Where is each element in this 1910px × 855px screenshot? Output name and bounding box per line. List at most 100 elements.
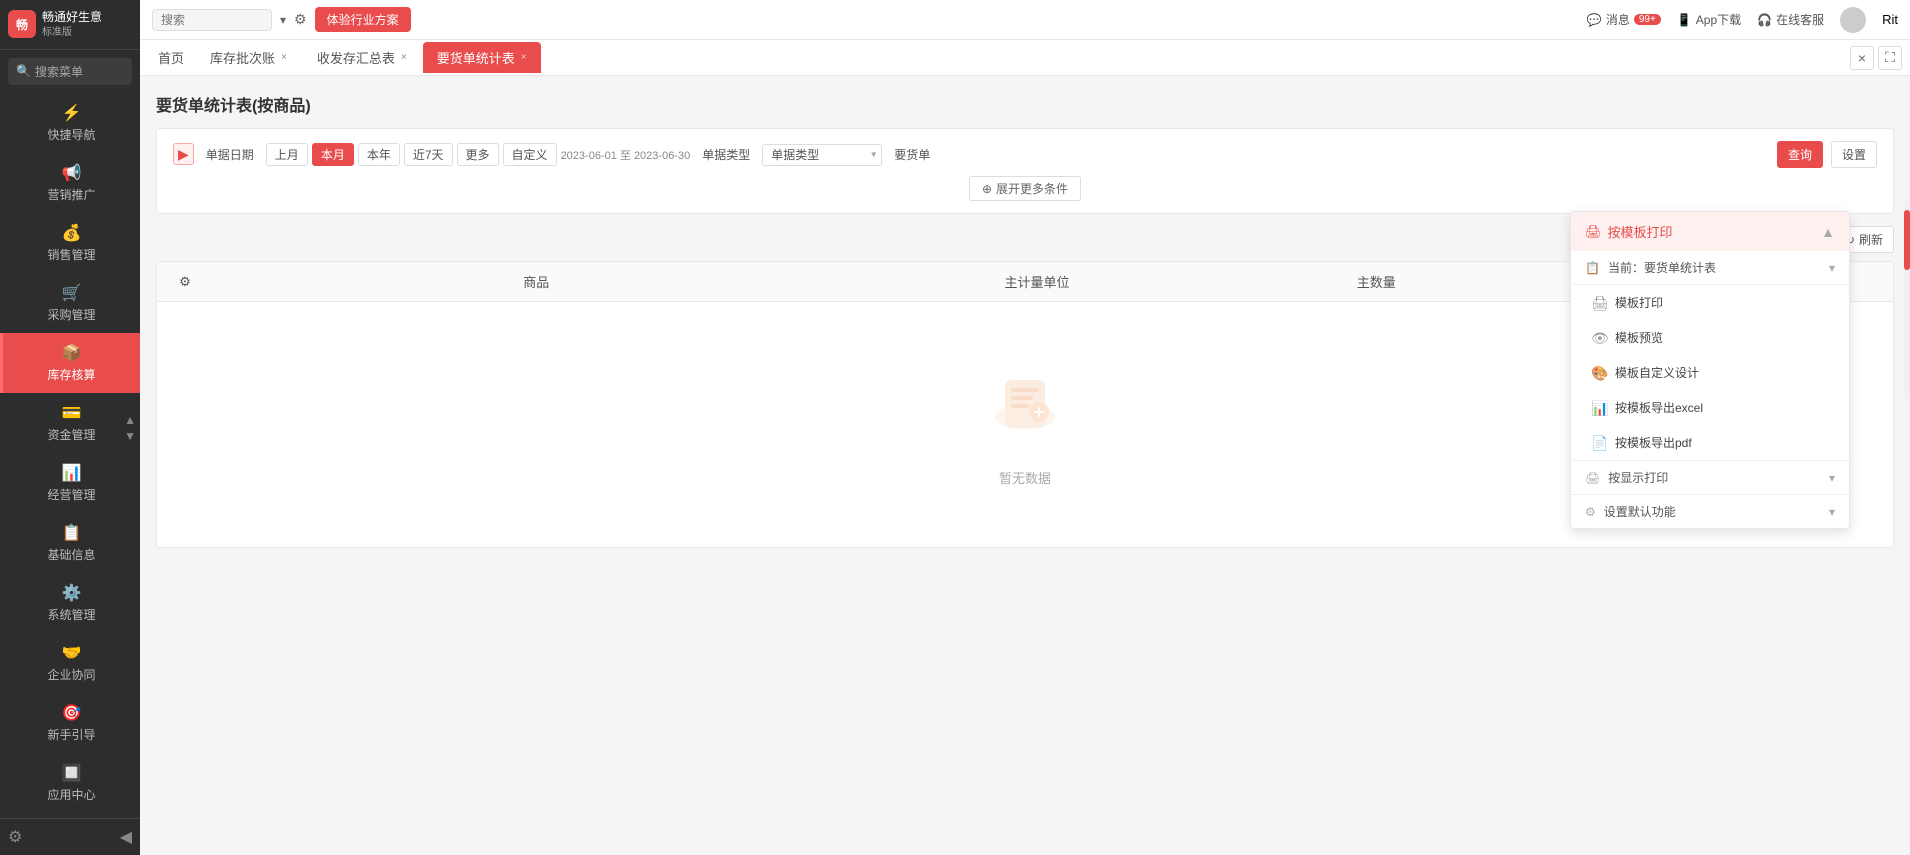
sidebar-item-sales[interactable]: 💰 销售管理 (0, 213, 140, 273)
operation-icon: 📊 (62, 463, 82, 483)
tab-close-icon[interactable]: × (521, 52, 527, 63)
sidebar-item-marketing[interactable]: 📢 营销推广 (0, 153, 140, 213)
print-current-item[interactable]: 📋 当前：要货单统计表 ▾ (1571, 251, 1849, 284)
message-btn[interactable]: 💬 消息 99+ (1587, 11, 1661, 28)
sidebar-item-guide[interactable]: 🎯 新手引导 (0, 693, 140, 753)
display-print-chevron: ▾ (1829, 471, 1835, 485)
tabs-actions: × ⛶ (1850, 46, 1902, 70)
sidebar-item-label: 企业协同 (47, 666, 95, 683)
sidebar-header: 畅 畅通好生意 标准版 (0, 0, 140, 50)
excel-item-icon: 📊 (1591, 400, 1607, 416)
sidebar-item-label: 系统管理 (47, 606, 95, 623)
sidebar-item-label: 新手引导 (47, 726, 95, 743)
settings-btn[interactable]: 设置 (1831, 141, 1877, 168)
col-gear: ⚙ (165, 264, 205, 300)
print-dropdown-close-btn[interactable]: ▲ (1821, 224, 1835, 240)
date-btn-this-year[interactable]: 本年 (358, 143, 400, 166)
tab-inout-summary[interactable]: 收发存汇总表 × (303, 42, 421, 73)
tab-order-stats[interactable]: 要货单统计表 × (423, 42, 541, 73)
sales-icon: 💰 (62, 223, 82, 243)
print-title-icon: 🖨 (1585, 224, 1602, 240)
industry-btn[interactable]: 体验行业方案 (315, 7, 411, 32)
sidebar-item-finance[interactable]: 💳 资金管理 (0, 393, 140, 453)
export-pdf-item[interactable]: 📄 按模板导出pdf (1571, 425, 1849, 460)
sidebar-item-label: 基础信息 (47, 546, 95, 563)
expand-icon: ⊕ (982, 182, 992, 196)
topbar-right: 💬 消息 99+ 📱 App下载 🎧 在线客服 Rit (1587, 7, 1898, 33)
sidebar-footer: ⚙ ◀ (0, 818, 140, 855)
empty-illustration (985, 362, 1065, 458)
online-service-btn[interactable]: 🎧 在线客服 (1757, 11, 1824, 28)
tab-home[interactable]: 首页 (148, 42, 194, 73)
chevron-right-icon: ▶ (173, 143, 194, 165)
print-dropdown-title: 🖨 按模板打印 (1585, 222, 1673, 241)
search-menu-button[interactable]: 🔍 搜索菜单 (8, 58, 132, 85)
message-badge: 99+ (1634, 14, 1661, 25)
marketing-icon: 📢 (62, 163, 82, 183)
collapse-icon[interactable]: ◀ (120, 827, 132, 847)
tab-close-icon[interactable]: × (281, 52, 287, 63)
tabs-bar: 首页 库存批次账 × 收发存汇总表 × 要货单统计表 × × ⛶ (140, 40, 1910, 76)
pdf-item-icon: 📄 (1591, 435, 1607, 451)
maximize-btn[interactable]: ⛶ (1878, 46, 1902, 70)
export-excel-item[interactable]: 📊 按模板导出excel (1571, 390, 1849, 425)
topbar-search-input[interactable] (152, 9, 272, 31)
scrollbar[interactable] (1904, 200, 1910, 400)
app-icon: 📱 (1677, 13, 1692, 27)
date-label: 单据日期 (206, 146, 254, 163)
sidebar-item-appstore[interactable]: 🔲 应用中心 (0, 753, 140, 813)
sidebar-item-enterprise[interactable]: 🤝 企业协同 (0, 633, 140, 693)
design-template-item[interactable]: 🎨 模板自定义设计 (1571, 355, 1849, 390)
app-download-btn[interactable]: 📱 App下载 (1677, 11, 1741, 28)
basic-icon: 📋 (62, 523, 82, 543)
appstore-icon: 🔲 (62, 763, 82, 783)
scroll-down-icon[interactable]: ▼ (124, 429, 136, 443)
print-items-section: 🖨 模板打印 👁 模板预览 🎨 模板自定义设计 📊 按模板导出excel 📄 (1571, 285, 1849, 460)
date-btn-custom[interactable]: 自定义 (503, 143, 557, 166)
date-btn-this-month[interactable]: 本月 (312, 143, 354, 166)
settings-chevron: ▾ (1829, 505, 1835, 519)
quick-nav-icon: ⚡ (62, 103, 82, 123)
preview-template-item[interactable]: 👁 模板预览 (1571, 320, 1849, 355)
avatar[interactable] (1840, 7, 1866, 33)
print-dropdown: 🖨 按模板打印 ▲ 📋 当前：要货单统计表 ▾ 🖨 模板打印 👁 (1570, 211, 1850, 529)
sidebar-item-quick-nav[interactable]: ⚡ 快捷导航 (0, 93, 140, 153)
tab-close-icon[interactable]: × (401, 52, 407, 63)
print-current-icon: 📋 (1585, 261, 1600, 275)
sidebar-item-label: 销售管理 (47, 246, 95, 263)
default-settings-group[interactable]: ⚙ 设置默认功能 ▾ (1571, 494, 1849, 528)
search-icon: 🔍 (16, 64, 31, 78)
topbar-gear-icon[interactable]: ⚙ (294, 11, 307, 28)
print-item-icon: 🖨 (1591, 295, 1607, 311)
sidebar-item-inventory[interactable]: 📦 库存核算 (0, 333, 140, 393)
filter-card: ▶ 单据日期 上月 本月 本年 近7天 更多 自定义 2023-06-01 至 … (156, 128, 1894, 214)
sidebar-item-operation[interactable]: 📊 经营管理 (0, 453, 140, 513)
sidebar-item-label: 采购管理 (47, 306, 95, 323)
expand-more-btn[interactable]: ⊕ 展开更多条件 (969, 176, 1081, 201)
close-window-btn[interactable]: × (1850, 46, 1874, 70)
page-title: 要货单统计表(按商品) (156, 92, 1894, 116)
sidebar-item-basic[interactable]: 📋 基础信息 (0, 513, 140, 573)
settings-icon[interactable]: ⚙ (8, 827, 22, 847)
main-area: ▾ ⚙ 体验行业方案 💬 消息 99+ 📱 App下载 🎧 在线客服 Rit 首… (140, 0, 1910, 855)
order-type-select-wrapper: 单据类型 (762, 144, 882, 166)
print-template-item[interactable]: 🖨 模板打印 (1571, 285, 1849, 320)
gear-icon[interactable]: ⚙ (179, 274, 191, 289)
display-print-group[interactable]: 🖨 按显示打印 ▾ (1571, 460, 1849, 494)
enterprise-icon: 🤝 (62, 643, 82, 663)
sidebar-item-system[interactable]: ⚙️ 系统管理 (0, 573, 140, 633)
sidebar-item-purchase[interactable]: 🛒 采购管理 (0, 273, 140, 333)
system-icon: ⚙️ (62, 583, 82, 603)
date-btn-more[interactable]: 更多 (457, 143, 499, 166)
date-btn-last-7-days[interactable]: 近7天 (404, 143, 453, 166)
order-type-select[interactable]: 单据类型 (762, 144, 882, 166)
sidebar-item-label: 经营管理 (47, 486, 95, 503)
date-btn-last-month[interactable]: 上月 (266, 143, 308, 166)
scroll-up-icon[interactable]: ▲ (124, 413, 136, 427)
col-qty: 主数量 (1207, 262, 1546, 301)
query-btn[interactable]: 查询 (1777, 141, 1823, 168)
tab-inventory-batch[interactable]: 库存批次账 × (196, 42, 301, 73)
filter-toggle-btn[interactable]: ▶ (173, 146, 194, 163)
scroll-thumb[interactable] (1904, 210, 1910, 270)
topbar-dropdown-icon[interactable]: ▾ (280, 13, 286, 27)
